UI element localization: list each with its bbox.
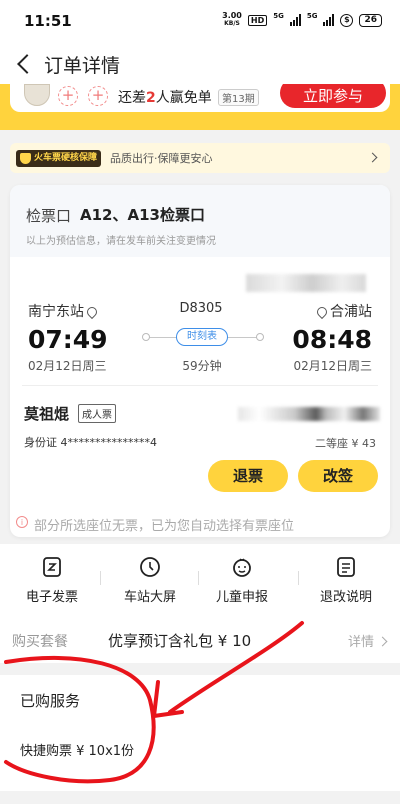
quick-action-label: 退改说明 [319, 590, 372, 605]
hd-icon: HD [247, 14, 268, 26]
divider [100, 571, 101, 585]
timetable-button[interactable]: 时刻表 [176, 328, 228, 346]
ticket-card: 检票口 A12、A13检票口 以上为预估信息，请在发车前关注变更情况 南宁东站 … [10, 185, 390, 537]
invite-slot-plus-icon[interactable]: + [58, 86, 78, 106]
package-row[interactable]: 购买套餐 优享预订含礼包 ¥ 10 详情 [0, 621, 400, 661]
departure-time: 07:49 [28, 325, 108, 354]
passenger-type-badge: 成人票 [78, 404, 116, 423]
seat-notice: 部分所选座位无票，已为您自动选择有票座位 [34, 519, 295, 534]
route-end-dot [256, 333, 264, 341]
id-number: 身份证 4***************4 [24, 436, 157, 449]
join-now-button[interactable]: 立即参与 [280, 84, 386, 108]
battery-icon: 26 [359, 13, 382, 27]
chevron-right-icon [377, 636, 388, 647]
departure-station-name: 南宁东站 [28, 304, 84, 320]
refund-button[interactable]: 退票 [208, 460, 288, 492]
status-time: 11:51 [24, 12, 72, 30]
quick-action-invoice[interactable]: 电子发票 [12, 556, 92, 605]
section-gap [0, 663, 400, 675]
avatar [24, 84, 50, 106]
trip-duration: 59分钟 [182, 359, 222, 373]
arrival-date: 02月12日周三 [293, 359, 372, 373]
gate-info: 检票口 A12、A13检票口 以上为预估信息，请在发车前关注变更情况 [10, 185, 390, 257]
signal-tag-1: 5G [273, 12, 284, 20]
quick-action-label: 电子发票 [25, 590, 78, 605]
child-face-icon [231, 556, 253, 578]
document-icon [335, 556, 357, 578]
guarantee-text: 品质出行·保障更安心 [110, 152, 213, 165]
invoice-icon [41, 556, 63, 578]
package-value: 优享预订含礼包 ¥ 10 [108, 632, 252, 650]
promo-text-before: 还差 [118, 90, 146, 106]
arrival-station: 合浦站 [314, 301, 372, 321]
promo-text: 还差2人赢免单 [118, 87, 212, 107]
promo-issue-badge: 第13期 [218, 89, 259, 106]
shield-icon [20, 153, 31, 164]
guarantee-badge: 火车票硬核保障 [16, 150, 102, 167]
route-start-dot [142, 333, 150, 341]
network-speed-value: 3.00 [222, 11, 242, 20]
quick-action-label: 儿童申报 [215, 590, 268, 605]
redacted-info [238, 407, 380, 421]
payment-icon: $ [340, 13, 354, 27]
back-arrow-icon[interactable] [14, 52, 36, 76]
quick-action-label: 车站大屏 [123, 590, 176, 605]
promo-count: 2 [146, 90, 156, 106]
page-header: 订单详情 [0, 44, 400, 84]
status-icons: 3.00 KB/S HD 5G 5G $ 26 [222, 12, 382, 28]
package-detail-link[interactable]: 详情 [348, 631, 374, 650]
quick-action-station-screen[interactable]: 车站大屏 [110, 556, 190, 605]
departure-station: 南宁东站 [28, 301, 100, 321]
signal-strength-icon [289, 14, 301, 26]
quick-action-refund-rules[interactable]: 退改说明 [306, 556, 386, 605]
divider [198, 571, 199, 585]
promo-text-after: 人赢免单 [155, 90, 212, 106]
departure-date: 02月12日周三 [28, 359, 107, 373]
clock-icon [139, 556, 161, 578]
location-pin-icon [314, 304, 330, 320]
signal-tag-2: 5G [306, 12, 318, 20]
purchased-service-item: 快捷购票 ¥ 10x1份 [20, 744, 135, 759]
arrival-station-name: 合浦站 [330, 304, 372, 320]
change-ticket-button[interactable]: 改签 [298, 460, 378, 492]
guarantee-banner[interactable]: 火车票硬核保障 品质出行·保障更安心 [10, 143, 390, 173]
divider [298, 571, 299, 585]
gate-label: 检票口 [26, 207, 72, 225]
network-speed-unit: KB/S [224, 20, 240, 27]
arrival-time: 08:48 [292, 325, 372, 354]
redacted-info [246, 274, 366, 292]
section-gap [0, 791, 400, 804]
seat-info: 二等座 ¥ 43 [315, 437, 376, 450]
info-icon: i [16, 516, 28, 528]
chevron-right-icon [367, 152, 378, 163]
page-title: 订单详情 [44, 55, 121, 77]
gate-note: 以上为预估信息，请在发车前关注变更情况 [26, 236, 216, 247]
gate-value: A12、A13检票口 [80, 206, 205, 224]
train-number: D8305 [179, 301, 223, 316]
purchased-services-title: 已购服务 [20, 692, 81, 710]
signal-strength-icon-2 [323, 14, 335, 26]
location-pin-icon [84, 304, 100, 320]
network-speed: 3.00 KB/S [222, 12, 242, 28]
guarantee-badge-label: 火车票硬核保障 [34, 153, 98, 163]
quick-action-child-report[interactable]: 儿童申报 [202, 556, 282, 605]
passenger-name: 莫祖焜 [24, 405, 70, 423]
status-bar: 11:51 3.00 KB/S HD 5G 5G $ 26 [0, 0, 400, 44]
promo-card[interactable]: + + 还差2人赢免单 第13期 立即参与 [10, 84, 390, 112]
divider [22, 385, 378, 386]
lower-section: 电子发票 车站大屏 儿童申报 退改说明 购买套餐 优享预订含礼包 ¥ 10 详情… [0, 544, 400, 804]
invite-slot-plus-icon[interactable]: + [88, 86, 108, 106]
package-label: 购买套餐 [12, 634, 68, 650]
